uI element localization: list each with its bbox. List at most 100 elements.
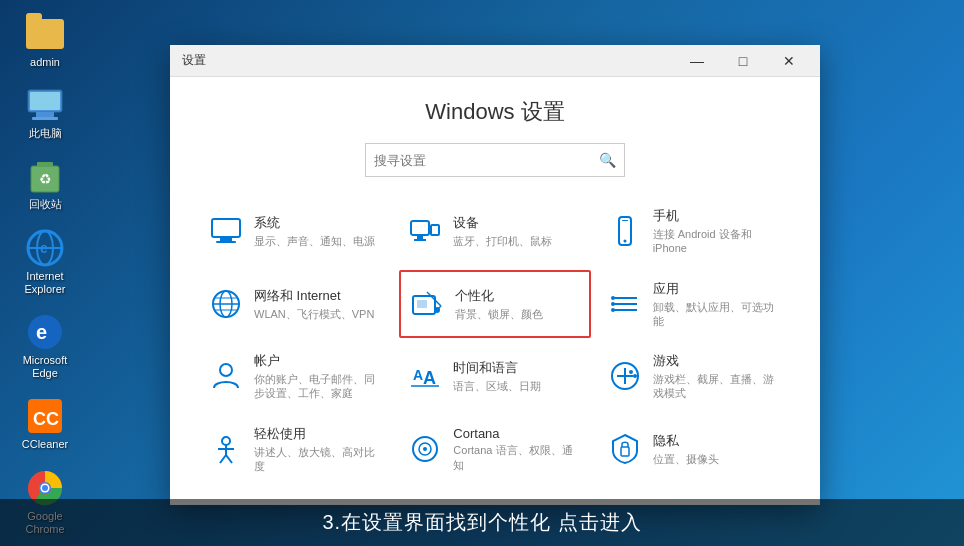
svg-rect-25 bbox=[431, 225, 439, 235]
window-titlebar: 设置 — □ ✕ bbox=[170, 45, 820, 77]
svg-point-64 bbox=[423, 447, 427, 451]
desktop: admin 此电脑 ♻ 回收站 bbox=[0, 0, 964, 546]
svg-text:A: A bbox=[423, 368, 436, 388]
time-icon: A A bbox=[407, 358, 443, 394]
svg-point-47 bbox=[611, 308, 615, 312]
svg-text:e: e bbox=[40, 240, 48, 256]
svg-line-61 bbox=[226, 455, 232, 463]
desktop-icon-computer[interactable]: 此电脑 bbox=[9, 81, 81, 144]
settings-item-network[interactable]: 网络和 Internet WLAN、飞行模式、VPN bbox=[200, 270, 391, 339]
svg-rect-21 bbox=[212, 219, 240, 237]
gaming-text: 游戏 游戏栏、截屏、直播、游戏模式 bbox=[653, 352, 782, 401]
network-title: 网络和 Internet bbox=[254, 287, 374, 305]
settings-item-personalization[interactable]: 个性化 背景、锁屏、颜色 bbox=[399, 270, 590, 339]
settings-item-system[interactable]: 系统 显示、声音、通知、电源 bbox=[200, 197, 391, 266]
accounts-title: 帐户 bbox=[254, 352, 383, 370]
settings-item-ease[interactable]: 轻松使用 讲述人、放大镜、高对比度 bbox=[200, 415, 391, 484]
desktop-icon-edge[interactable]: e Microsoft Edge bbox=[9, 308, 81, 384]
personalization-subtitle: 背景、锁屏、颜色 bbox=[455, 307, 543, 321]
system-subtitle: 显示、声音、通知、电源 bbox=[254, 234, 375, 248]
window-header: Windows 设置 bbox=[200, 97, 790, 127]
window-title: Windows 设置 bbox=[200, 97, 790, 127]
settings-item-cortana[interactable]: Cortana Cortana 语言、权限、通知 bbox=[399, 415, 590, 484]
svg-point-48 bbox=[220, 364, 232, 376]
search-icon: 🔍 bbox=[599, 152, 616, 168]
window-content: Windows 设置 🔍 系统 bbox=[170, 77, 820, 505]
ease-subtitle: 讲述人、放大镜、高对比度 bbox=[254, 445, 383, 474]
svg-text:♻: ♻ bbox=[39, 171, 52, 187]
settings-item-phone[interactable]: 手机 连接 Android 设备和 iPhone bbox=[599, 197, 790, 266]
svg-rect-3 bbox=[30, 92, 60, 110]
desktop-icon-edge-label: Microsoft Edge bbox=[13, 354, 77, 380]
personalization-title: 个性化 bbox=[455, 287, 543, 305]
desktop-icon-ie-label: Internet Explorer bbox=[13, 270, 77, 296]
svg-text:A: A bbox=[413, 367, 423, 383]
maximize-button[interactable]: □ bbox=[720, 45, 766, 77]
desktop-icon-admin[interactable]: admin bbox=[9, 10, 81, 73]
svg-point-29 bbox=[623, 240, 626, 243]
minimize-button[interactable]: — bbox=[674, 45, 720, 77]
settings-item-gaming[interactable]: 游戏 游戏栏、截屏、直播、游戏模式 bbox=[599, 342, 790, 411]
svg-line-60 bbox=[220, 455, 226, 463]
ease-title: 轻松使用 bbox=[254, 425, 383, 443]
accounts-subtitle: 你的账户、电子邮件、同步设置、工作、家庭 bbox=[254, 372, 383, 401]
desktop-icon-recycle[interactable]: ♻ 回收站 bbox=[9, 152, 81, 215]
svg-rect-30 bbox=[622, 220, 628, 221]
svg-text:CC: CC bbox=[33, 409, 59, 429]
svg-point-55 bbox=[629, 370, 633, 374]
desktop-icon-ie[interactable]: e Internet Explorer bbox=[9, 224, 81, 300]
settings-item-accounts[interactable]: 帐户 你的账户、电子邮件、同步设置、工作、家庭 bbox=[200, 342, 391, 411]
svg-point-40 bbox=[434, 307, 440, 313]
svg-point-45 bbox=[611, 296, 615, 300]
cortana-text: Cortana Cortana 语言、权限、通知 bbox=[453, 426, 582, 472]
svg-rect-5 bbox=[37, 162, 53, 167]
desktop-icon-ccleaner[interactable]: CC CCleaner bbox=[9, 392, 81, 455]
settings-item-privacy[interactable]: 隐私 位置、摄像头 bbox=[599, 415, 790, 484]
network-subtitle: WLAN、飞行模式、VPN bbox=[254, 307, 374, 321]
close-button[interactable]: ✕ bbox=[766, 45, 812, 77]
apps-subtitle: 卸载、默认应用、可选功能 bbox=[653, 300, 782, 329]
privacy-icon bbox=[607, 431, 643, 467]
cortana-subtitle: Cortana 语言、权限、通知 bbox=[453, 443, 582, 472]
network-icon bbox=[208, 286, 244, 322]
desktop-icon-computer-label: 此电脑 bbox=[29, 127, 62, 140]
titlebar-title: 设置 bbox=[182, 52, 206, 69]
system-text: 系统 显示、声音、通知、电源 bbox=[254, 214, 375, 248]
settings-item-time[interactable]: A A 时间和语言 语言、区域、日期 bbox=[399, 342, 590, 411]
desktop-icon-ccleaner-label: CCleaner bbox=[22, 438, 68, 451]
ease-icon bbox=[208, 431, 244, 467]
phone-icon bbox=[607, 213, 643, 249]
svg-rect-1 bbox=[36, 112, 54, 117]
devices-icon bbox=[407, 213, 443, 249]
search-input[interactable] bbox=[374, 153, 599, 168]
phone-text: 手机 连接 Android 设备和 iPhone bbox=[653, 207, 782, 256]
privacy-title: 隐私 bbox=[653, 432, 719, 450]
time-text: 时间和语言 语言、区域、日期 bbox=[453, 359, 541, 393]
settings-item-apps[interactable]: 应用 卸载、默认应用、可选功能 bbox=[599, 270, 790, 339]
apps-text: 应用 卸载、默认应用、可选功能 bbox=[653, 280, 782, 329]
time-title: 时间和语言 bbox=[453, 359, 541, 377]
gaming-icon bbox=[607, 358, 643, 394]
svg-point-18 bbox=[42, 485, 48, 491]
svg-rect-2 bbox=[32, 117, 58, 120]
time-subtitle: 语言、区域、日期 bbox=[453, 379, 541, 393]
settings-item-devices[interactable]: 设备 蓝牙、打印机、鼠标 bbox=[399, 197, 590, 266]
devices-text: 设备 蓝牙、打印机、鼠标 bbox=[453, 214, 552, 248]
search-bar[interactable]: 🔍 bbox=[365, 143, 625, 177]
gaming-title: 游戏 bbox=[653, 352, 782, 370]
svg-point-56 bbox=[633, 374, 637, 378]
svg-rect-22 bbox=[220, 237, 232, 241]
devices-title: 设备 bbox=[453, 214, 552, 232]
apps-title: 应用 bbox=[653, 280, 782, 298]
titlebar-controls: — □ ✕ bbox=[674, 45, 812, 77]
settings-window: 设置 — □ ✕ Windows 设置 🔍 bbox=[170, 45, 820, 505]
svg-rect-26 bbox=[417, 235, 423, 239]
svg-rect-41 bbox=[417, 300, 427, 308]
svg-rect-23 bbox=[216, 241, 236, 243]
privacy-subtitle: 位置、摄像头 bbox=[653, 452, 719, 466]
cortana-icon bbox=[407, 431, 443, 467]
network-text: 网络和 Internet WLAN、飞行模式、VPN bbox=[254, 287, 374, 321]
desktop-icon-area: admin 此电脑 ♻ 回收站 bbox=[0, 0, 90, 546]
svg-rect-65 bbox=[621, 447, 629, 456]
subtitle-bar: 3.在设置界面找到个性化 点击进入 bbox=[0, 499, 964, 546]
